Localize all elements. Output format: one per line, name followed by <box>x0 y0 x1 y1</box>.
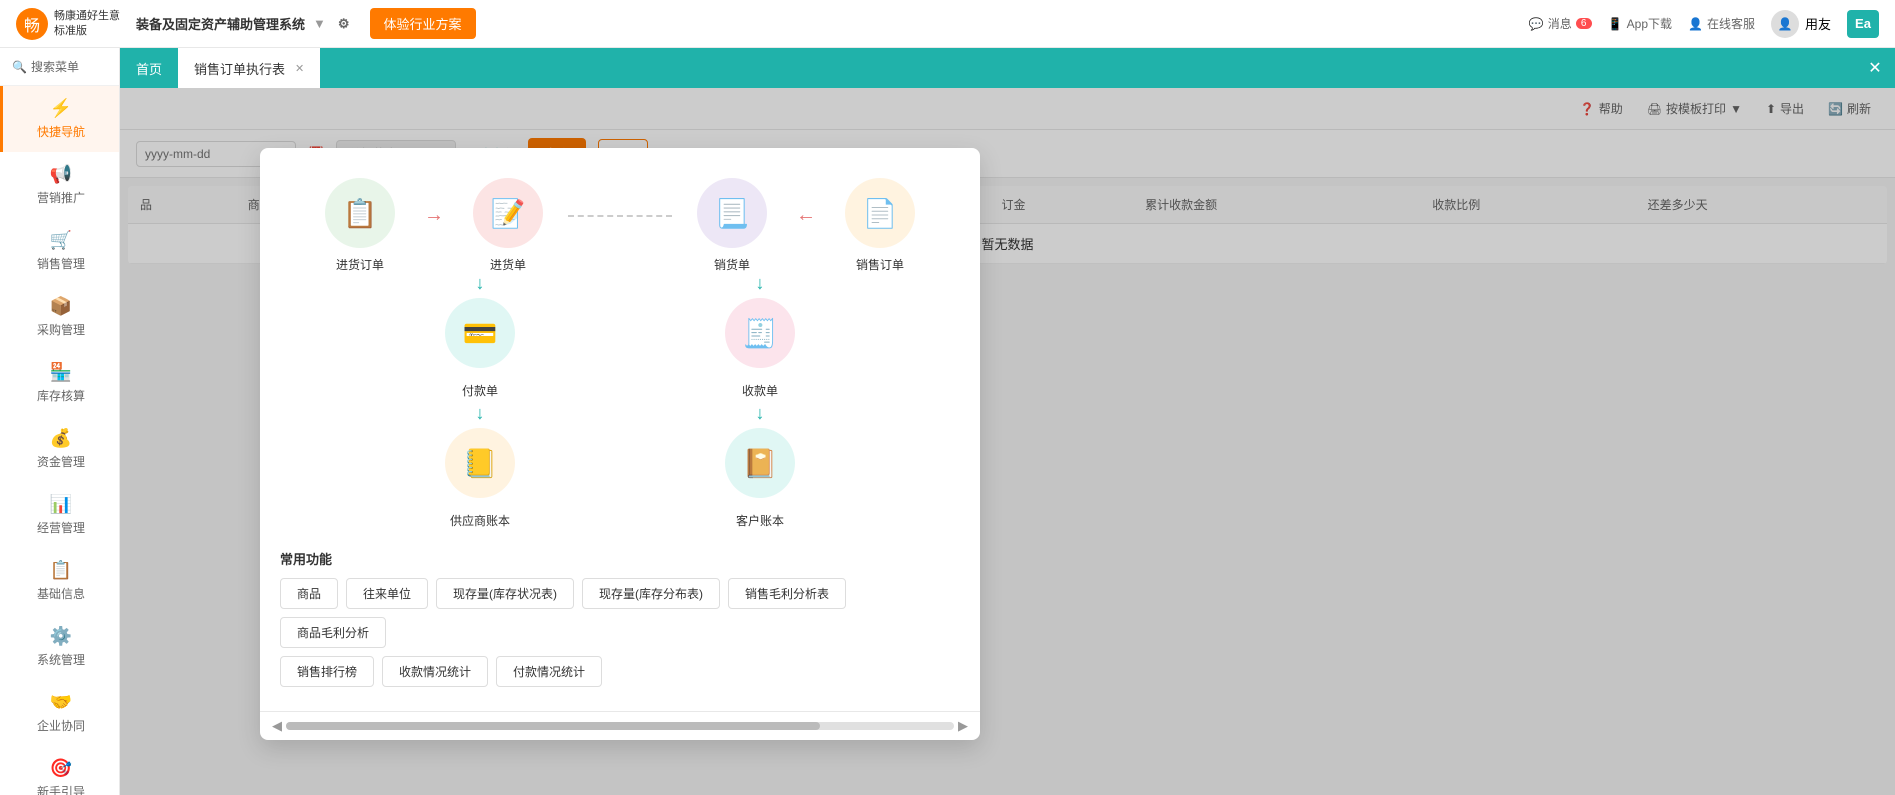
sales-order-circle: 📄 <box>845 178 915 248</box>
system-settings-icon[interactable]: ⚙ <box>338 16 350 32</box>
sidebar-search[interactable]: 🔍 搜索菜单 <box>0 48 119 86</box>
marketing-icon: 📢 <box>50 164 72 185</box>
func-stock-status[interactable]: 现存量(库存状况表) <box>436 578 574 609</box>
scroll-left-arrow[interactable]: ◀ <box>272 718 282 734</box>
func-buttons-row1: 商品 往来单位 现存量(库存状况表) 现存量(库存分布表) 销售毛利分析表 商品… <box>280 578 960 648</box>
purchase-order-circle: 📋 <box>325 178 395 248</box>
func-goods[interactable]: 商品 <box>280 578 338 609</box>
sales-order-node: 📄 销售订单 <box>820 178 940 273</box>
message-icon: 💬 <box>1529 17 1544 31</box>
sidebar-item-system[interactable]: ⚙️ 系统管理 <box>0 614 119 680</box>
system-dropdown-icon[interactable]: ▼ <box>313 16 326 31</box>
func-receipt-stats[interactable]: 收款情况统计 <box>382 656 488 687</box>
sales-bill-label: 销货单 <box>714 256 750 273</box>
payment-bill-label: 付款单 <box>462 382 498 399</box>
sidebar-item-enterprise[interactable]: 🤝 企业协同 <box>0 680 119 746</box>
customer-ledger-label: 客户账本 <box>736 512 784 529</box>
user-area[interactable]: 👤 用友 <box>1771 10 1831 38</box>
modal-overlay: 📋 进货订单 → 📝 进货单 <box>120 88 1895 795</box>
basic-info-icon: 📋 <box>50 560 72 581</box>
online-service-item[interactable]: 👤 在线客服 <box>1688 15 1755 32</box>
scroll-thumb <box>286 722 820 730</box>
logo-icon: 畅 <box>16 8 48 40</box>
sidebar: 🔍 搜索菜单 ⚡ 快捷导航 📢 营销推广 🛒 销售管理 📦 采购管理 🏪 库存核… <box>0 48 120 795</box>
sidebar-item-operations[interactable]: 📊 经营管理 <box>0 482 119 548</box>
tab-home[interactable]: 首页 <box>120 48 178 88</box>
func-sales-ranking[interactable]: 销售排行榜 <box>280 656 374 687</box>
system-title: 装备及固定资产辅助管理系统 ▼ ⚙ 体验行业方案 <box>136 8 1529 39</box>
newbie-icon: 🎯 <box>50 758 72 779</box>
workflow-modal: 📋 进货订单 → 📝 进货单 <box>260 148 980 740</box>
tab-sales-order[interactable]: 销售订单执行表 ✕ <box>178 48 320 88</box>
content-area: 首页 销售订单执行表 ✕ ✕ ❓ 帮助 🖨 按模板打印 <box>120 48 1895 795</box>
sales-bill-circle: 📃 <box>697 178 767 248</box>
scroll-right-arrow[interactable]: ▶ <box>958 718 968 734</box>
supplier-ledger-circle: 📒 <box>445 428 515 498</box>
inventory-icon: 🏪 <box>50 362 72 383</box>
sidebar-item-finance[interactable]: 💰 资金管理 <box>0 416 119 482</box>
purchase-bill-node: 📝 进货单 <box>448 178 568 273</box>
sidebar-item-sales[interactable]: 🛒 销售管理 <box>0 218 119 284</box>
enterprise-icon: 🤝 <box>50 692 72 713</box>
sidebar-item-inventory[interactable]: 🏪 库存核算 <box>0 350 119 416</box>
func-sales-profit[interactable]: 销售毛利分析表 <box>728 578 846 609</box>
receipt-bill-label: 收款单 <box>742 382 778 399</box>
func-buttons-row2: 销售排行榜 收款情况统计 付款情况统计 <box>280 656 960 687</box>
tab-close-icon[interactable]: ✕ <box>295 62 304 75</box>
message-badge: 6 <box>1576 18 1592 29</box>
purchase-icon: 📦 <box>50 296 72 317</box>
sales-order-label: 销售订单 <box>856 256 904 273</box>
ea-badge: Ea <box>1847 10 1879 38</box>
sidebar-item-purchase[interactable]: 📦 采购管理 <box>0 284 119 350</box>
main-layout: 🔍 搜索菜单 ⚡ 快捷导航 📢 营销推广 🛒 销售管理 📦 采购管理 🏪 库存核… <box>0 48 1895 795</box>
search-icon: 🔍 <box>12 60 27 74</box>
finance-icon: 💰 <box>50 428 72 449</box>
sidebar-item-newbie[interactable]: 🎯 新手引导 <box>0 746 119 795</box>
receipt-bill-circle: 🧾 <box>725 298 795 368</box>
tab-bar: 首页 销售订单执行表 ✕ ✕ <box>120 48 1895 88</box>
sales-icon: 🛒 <box>50 230 72 251</box>
common-functions: 常用功能 商品 往来单位 现存量(库存状况表) 现存量(库存分布表) 销售毛利分… <box>260 549 980 711</box>
purchase-bill-circle: 📝 <box>473 178 543 248</box>
online-service-icon: 👤 <box>1688 17 1703 31</box>
quick-nav-icon: ⚡ <box>50 98 72 119</box>
purchase-order-label: 进货订单 <box>336 256 384 273</box>
user-avatar: 👤 <box>1771 10 1799 38</box>
func-stock-dist[interactable]: 现存量(库存分布表) <box>582 578 720 609</box>
customer-ledger-circle: 📔 <box>725 428 795 498</box>
logo-text: 畅康通好生意 标准版 <box>54 9 120 38</box>
app-download-icon: 📱 <box>1608 17 1623 31</box>
sales-bill-node: 📃 销货单 <box>672 178 792 273</box>
func-goods-profit[interactable]: 商品毛利分析 <box>280 617 386 648</box>
message-item[interactable]: 💬 消息 6 <box>1529 15 1592 32</box>
sidebar-item-basic-info[interactable]: 📋 基础信息 <box>0 548 119 614</box>
purchase-bill-label: 进货单 <box>490 256 526 273</box>
sidebar-item-quick-nav[interactable]: ⚡ 快捷导航 <box>0 86 119 152</box>
supplier-ledger-label: 供应商账本 <box>450 512 510 529</box>
operations-icon: 📊 <box>50 494 72 515</box>
scroll-area: ◀ ▶ <box>260 711 980 740</box>
top-header: 畅 畅康通好生意 标准版 装备及固定资产辅助管理系统 ▼ ⚙ 体验行业方案 💬 … <box>0 0 1895 48</box>
page-content: ❓ 帮助 🖨 按模板打印 ▼ ⬆ 导出 🔄 刷新 <box>120 88 1895 795</box>
sidebar-item-marketing[interactable]: 📢 营销推广 <box>0 152 119 218</box>
experience-button[interactable]: 体验行业方案 <box>370 8 476 39</box>
header-right: 💬 消息 6 📱 App下载 👤 在线客服 👤 用友 Ea <box>1529 10 1879 38</box>
workflow-area: 📋 进货订单 → 📝 进货单 <box>260 148 980 549</box>
purchase-order-node: 📋 进货订单 <box>300 178 420 273</box>
scroll-bar[interactable] <box>286 722 954 730</box>
app-download-item[interactable]: 📱 App下载 <box>1608 15 1672 32</box>
tab-bar-close-button[interactable]: ✕ <box>1855 48 1895 88</box>
func-contacts[interactable]: 往来单位 <box>346 578 428 609</box>
payment-bill-circle: 💳 <box>445 298 515 368</box>
system-icon: ⚙️ <box>50 626 72 647</box>
logo-area: 畅 畅康通好生意 标准版 <box>16 8 136 40</box>
common-functions-title: 常用功能 <box>280 549 960 568</box>
func-payment-stats[interactable]: 付款情况统计 <box>496 656 602 687</box>
